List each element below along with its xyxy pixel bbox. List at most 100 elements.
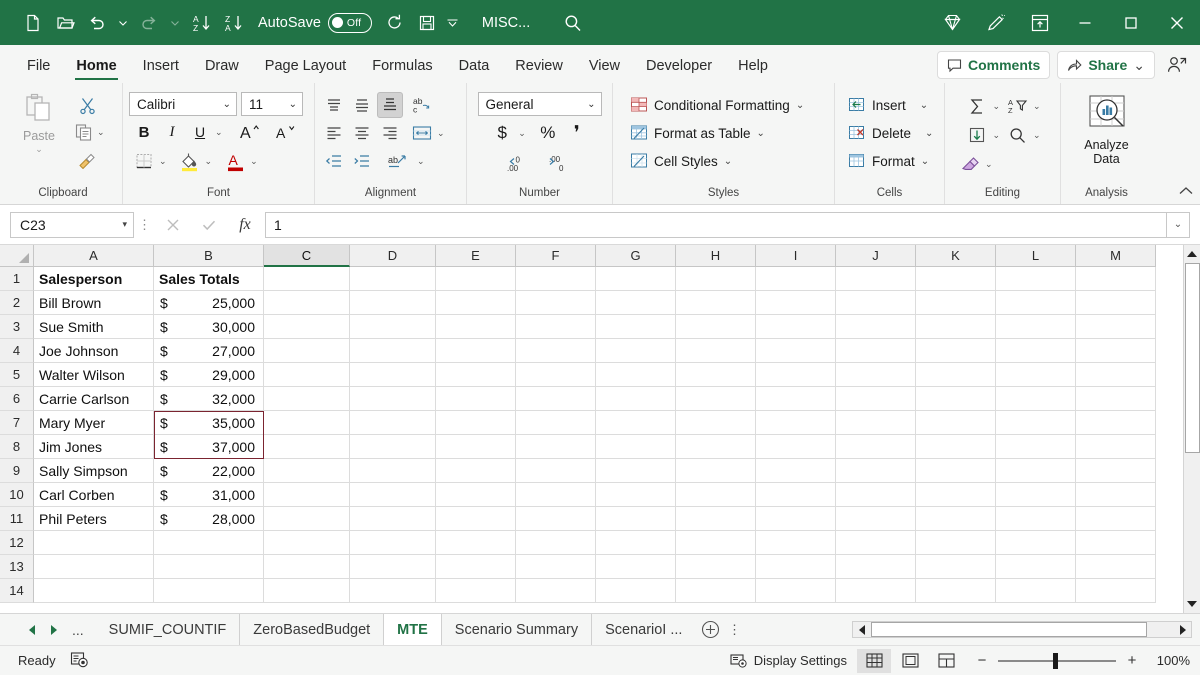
cell-M13[interactable] [1076,555,1156,579]
cell-L1[interactable] [996,267,1076,291]
vertical-scroll-track[interactable] [1184,263,1200,595]
cell-A11[interactable]: Phil Peters [34,507,154,531]
font-size-select[interactable]: 11 ⌄ [241,92,303,116]
cell-K6[interactable] [916,387,996,411]
autosave-switch[interactable]: Off [328,13,372,33]
center-align-button[interactable] [349,120,375,146]
cell-C9[interactable] [264,459,350,483]
expand-formula-bar-button[interactable]: ⌄ [1166,212,1190,238]
cell-C12[interactable] [264,531,350,555]
cell-K13[interactable] [916,555,996,579]
tab-formulas[interactable]: Formulas [359,54,445,83]
column-header-g[interactable]: G [596,245,676,267]
cell-C4[interactable] [264,339,350,363]
column-header-l[interactable]: L [996,245,1076,267]
cell-H4[interactable] [676,339,756,363]
cell-M12[interactable] [1076,531,1156,555]
italic-button[interactable]: I [159,119,185,145]
chevron-down-icon[interactable]: ⌄ [215,127,223,138]
increase-indent-button[interactable] [349,148,375,174]
cell-G8[interactable] [596,435,676,459]
zoom-in-button[interactable]: + [1125,652,1139,669]
sheet-tab-scenario-i[interactable]: ScenarioI ... [592,614,695,645]
cell-H14[interactable] [676,579,756,603]
redo-dropdown-icon[interactable] [166,8,184,38]
cell-H2[interactable] [676,291,756,315]
column-header-d[interactable]: D [350,245,436,267]
cell-C5[interactable] [264,363,350,387]
cell-A5[interactable]: Walter Wilson [34,363,154,387]
cell-D10[interactable] [350,483,436,507]
sheet-tab-scenario-summary[interactable]: Scenario Summary [442,614,592,645]
cell-F4[interactable] [516,339,596,363]
cell-K4[interactable] [916,339,996,363]
row-header-2[interactable]: 2 [0,291,34,315]
copilot-icon[interactable] [930,0,974,45]
column-header-f[interactable]: F [516,245,596,267]
cell-A4[interactable]: Joe Johnson [34,339,154,363]
cell-D2[interactable] [350,291,436,315]
cell-G6[interactable] [596,387,676,411]
share-with-people-icon[interactable] [1162,51,1192,79]
cell-J5[interactable] [836,363,916,387]
column-header-b[interactable]: B [154,245,264,267]
cell-E5[interactable] [436,363,516,387]
cell-C7[interactable] [264,411,350,435]
cell-L9[interactable] [996,459,1076,483]
cell-G12[interactable] [596,531,676,555]
cell-J4[interactable] [836,339,916,363]
row-header-4[interactable]: 4 [0,339,34,363]
cell-E3[interactable] [436,315,516,339]
cell-H10[interactable] [676,483,756,507]
tab-page-layout[interactable]: Page Layout [252,54,359,83]
cell-E12[interactable] [436,531,516,555]
column-header-j[interactable]: J [836,245,916,267]
cell-L3[interactable] [996,315,1076,339]
horizontal-scrollbar[interactable] [852,621,1192,638]
cell-B6[interactable]: $32,000 [154,387,264,411]
row-header-1[interactable]: 1 [0,267,34,291]
cell-F13[interactable] [516,555,596,579]
comma-style-button[interactable]: ❜ [564,120,590,146]
cell-L11[interactable] [996,507,1076,531]
cell-I12[interactable] [756,531,836,555]
cell-G10[interactable] [596,483,676,507]
autosum-button[interactable] [964,93,990,119]
cell-K3[interactable] [916,315,996,339]
cell-L13[interactable] [996,555,1076,579]
cell-C6[interactable] [264,387,350,411]
chevron-down-icon[interactable]: ⌄ [159,156,167,167]
chevron-down-icon[interactable]: ⌄ [205,156,213,167]
bold-button[interactable]: B [131,119,157,145]
cell-A7[interactable]: Mary Myer [34,411,154,435]
horizontal-scroll-thumb[interactable] [871,622,1147,637]
cell-B12[interactable] [154,531,264,555]
conditional-formatting-button[interactable]: Conditional Formatting ⌄ [627,92,807,118]
formula-bar-handle[interactable]: ⋮ [134,217,156,233]
cell-M10[interactable] [1076,483,1156,507]
name-box[interactable]: C23 ▾ [10,212,134,238]
cell-I1[interactable] [756,267,836,291]
search-icon[interactable] [558,8,588,38]
cell-L5[interactable] [996,363,1076,387]
cell-G14[interactable] [596,579,676,603]
customize-qat-icon[interactable] [444,8,462,38]
cell-A12[interactable] [34,531,154,555]
cell-E10[interactable] [436,483,516,507]
cell-K11[interactable] [916,507,996,531]
cell-J8[interactable] [836,435,916,459]
cell-J3[interactable] [836,315,916,339]
cell-D9[interactable] [350,459,436,483]
wrap-text-button[interactable] [409,120,435,146]
cell-A1[interactable]: Salesperson [34,267,154,291]
cell-E7[interactable] [436,411,516,435]
font-color-button[interactable]: A [222,148,248,174]
cell-E11[interactable] [436,507,516,531]
row-header-14[interactable]: 14 [0,579,34,603]
font-family-select[interactable]: Calibri ⌄ [129,92,237,116]
cell-B2[interactable]: $25,000 [154,291,264,315]
maximize-button[interactable] [1108,0,1154,45]
tab-developer[interactable]: Developer [633,54,725,83]
cell-H8[interactable] [676,435,756,459]
cell-C1[interactable] [264,267,350,291]
